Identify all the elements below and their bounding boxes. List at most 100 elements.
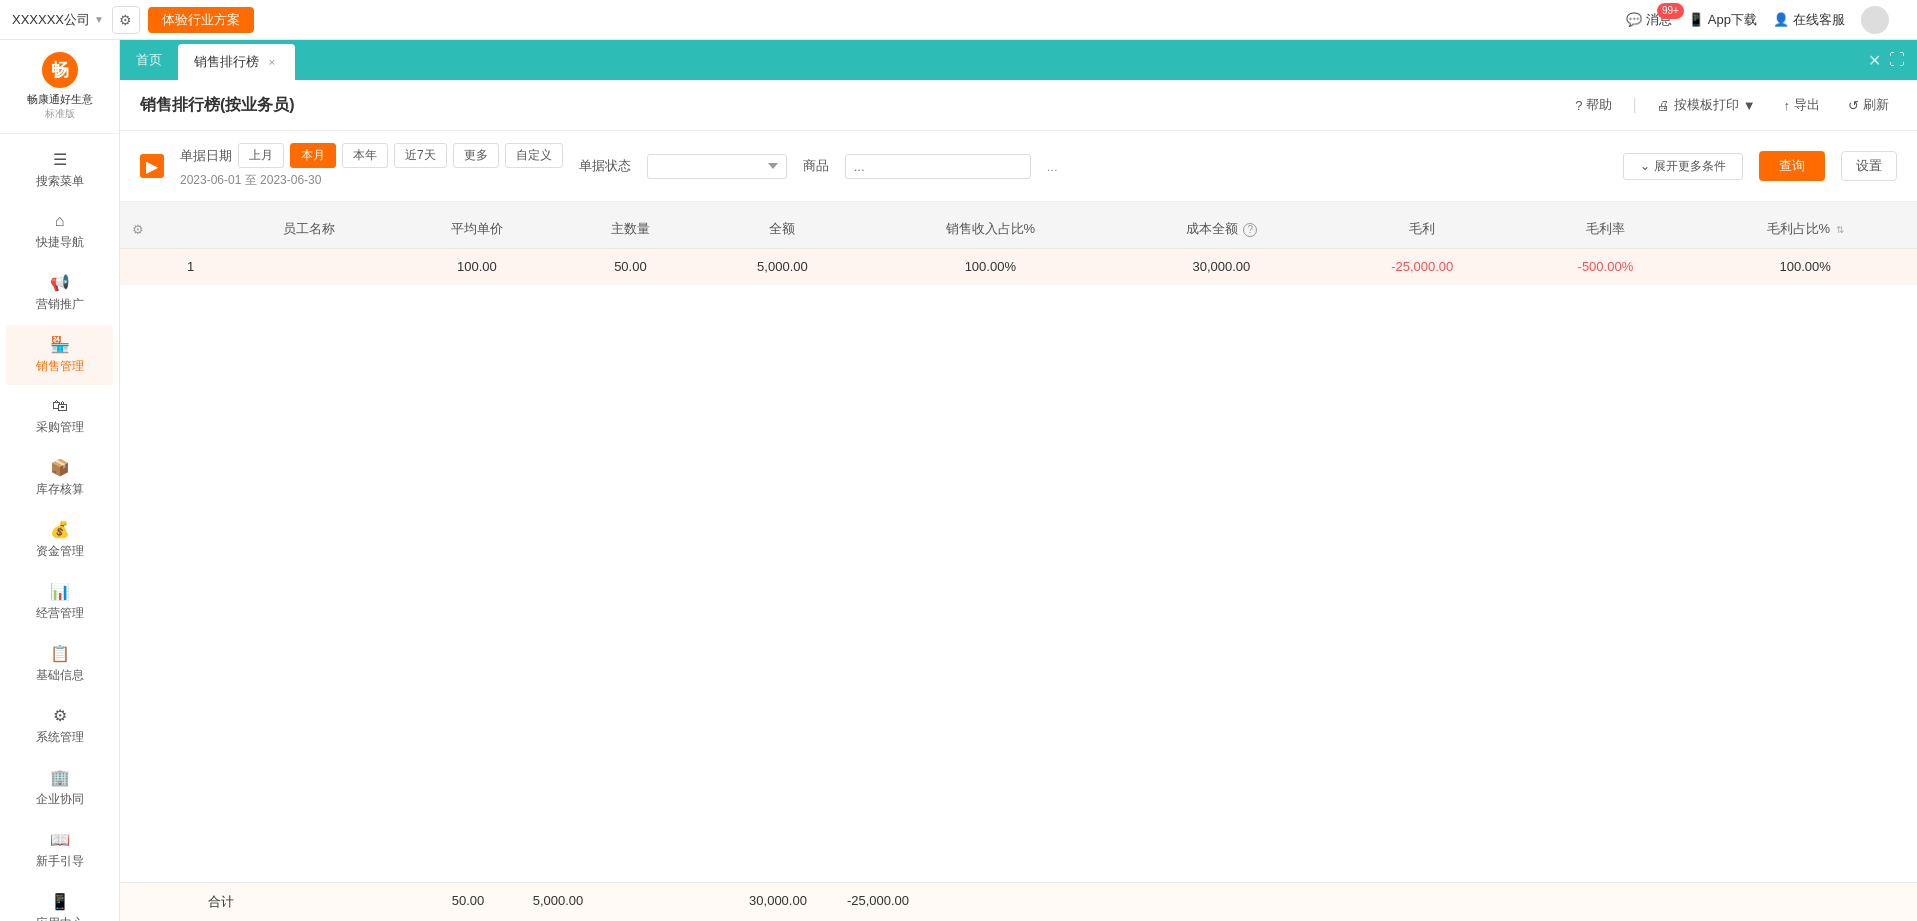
sidebar-label-enterprise: 企业协同 xyxy=(36,791,84,808)
sidebar-logo: 畅 畅康通好生意 标准版 xyxy=(0,40,119,134)
last-month-btn[interactable]: 上月 xyxy=(238,143,284,168)
app-download-button[interactable]: 📱 App下载 xyxy=(1688,11,1757,29)
print-label: 按模板打印 xyxy=(1674,96,1739,114)
sidebar-item-search[interactable]: ☰ 搜索菜单 xyxy=(6,140,113,200)
th-avg-price: 平均单价 xyxy=(393,210,561,249)
gear-icon[interactable]: ⚙ xyxy=(112,6,140,34)
ranking-table: ⚙ 员工名称 平均单价 主数量 全额 销售收入占比% 成本全额 ? 毛利 xyxy=(120,210,1917,285)
status-select[interactable] xyxy=(647,154,787,179)
this-year-btn[interactable]: 本年 xyxy=(342,143,388,168)
sidebar-item-operation[interactable]: 📊 经营管理 xyxy=(6,572,113,632)
sidebar-item-finance[interactable]: 💰 资金管理 xyxy=(6,510,113,570)
page-actions: ? 帮助 | 🖨 按模板打印 ▼ ↑ 导出 ↺ 刷新 xyxy=(1567,92,1897,118)
date-label: 单据日期 xyxy=(180,147,232,165)
purchase-icon: 🛍 xyxy=(52,397,68,415)
top-bar: XXXXXX公司 ▼ ⚙ 体验行业方案 💬 消息 99+ 📱 App下载 👤 在… xyxy=(0,0,1917,40)
tab-bar: 首页 销售排行榜 × ✕ ⛶ xyxy=(120,40,1917,80)
date-range-display: 2023-06-01 至 2023-06-30 xyxy=(180,172,563,189)
sidebar-item-marketing[interactable]: 📢 营销推广 xyxy=(6,263,113,323)
sidebar-item-enterprise[interactable]: 🏢 企业协同 xyxy=(6,758,113,818)
cost-info-icon[interactable]: ? xyxy=(1243,223,1257,237)
home-icon: ⌂ xyxy=(55,212,65,230)
td-profit-rate: -500.00% xyxy=(1517,249,1693,285)
app-label: App下载 xyxy=(1708,11,1757,29)
logo-line2: 标准版 xyxy=(27,107,93,121)
company-name: XXXXXX公司 xyxy=(12,11,90,29)
print-icon: 🖨 xyxy=(1657,98,1670,113)
th-profit: 毛利 xyxy=(1327,210,1517,249)
date-filter-group: 单据日期 上月 本月 本年 近7天 更多 自定义 2023-06-01 至 20… xyxy=(180,143,563,189)
basic-icon: 📋 xyxy=(50,644,70,663)
th-settings[interactable]: ⚙ xyxy=(120,210,156,249)
help-icon: ? xyxy=(1575,98,1582,113)
help-button[interactable]: ? 帮助 xyxy=(1567,92,1620,118)
message-badge: 99+ xyxy=(1657,3,1684,19)
page-header: 销售排行榜(按业务员) ? 帮助 | 🖨 按模板打印 ▼ ↑ 导出 xyxy=(120,80,1917,131)
message-button[interactable]: 💬 消息 99+ xyxy=(1626,11,1672,29)
table-container: ⚙ 员工名称 平均单价 主数量 全额 销售收入占比% 成本全额 ? 毛利 xyxy=(120,210,1917,882)
sort-icon[interactable]: ⇅ xyxy=(1836,224,1844,235)
sidebar-label-apps: 应用中心 xyxy=(36,915,84,921)
content-area: 销售排行榜(按业务员) ? 帮助 | 🖨 按模板打印 ▼ ↑ 导出 xyxy=(120,80,1917,921)
refresh-button[interactable]: ↺ 刷新 xyxy=(1840,92,1897,118)
goods-more-icon[interactable]: ... xyxy=(1047,159,1058,174)
online-service-button[interactable]: 👤 在线客服 xyxy=(1773,11,1845,29)
sidebar-label-finance: 资金管理 xyxy=(36,543,84,560)
table-row: 1 100.00 50.00 5,000.00 100.00% 30,000.0… xyxy=(120,249,1917,285)
logo-text: 畅康通好生意 标准版 xyxy=(27,92,93,121)
th-amount: 全额 xyxy=(700,210,865,249)
logo-char: 畅 xyxy=(51,58,69,82)
search-icon: ☰ xyxy=(53,150,67,169)
filter-arrow-icon[interactable]: ▶ xyxy=(140,154,164,178)
this-month-btn[interactable]: 本月 xyxy=(290,143,336,168)
custom-date-btn[interactable]: 自定义 xyxy=(505,143,563,168)
sidebar-label-operation: 经营管理 xyxy=(36,605,84,622)
help-label: 帮助 xyxy=(1586,96,1612,114)
sidebar-item-apps[interactable]: 📱 应用中心 xyxy=(6,882,113,921)
refresh-label: 刷新 xyxy=(1863,96,1889,114)
td-name xyxy=(225,249,393,285)
query-button[interactable]: 查询 xyxy=(1759,151,1825,181)
tab-close-window-icon[interactable]: ✕ xyxy=(1868,51,1881,70)
goods-input[interactable] xyxy=(845,154,1031,179)
tab-bar-right: ✕ ⛶ xyxy=(1868,40,1917,80)
top-bar-right: 💬 消息 99+ 📱 App下载 👤 在线客服 xyxy=(1626,6,1905,34)
expand-btn[interactable]: ⌄ 展开更多条件 xyxy=(1623,153,1743,180)
divider1: | xyxy=(1632,96,1636,114)
sidebar-label-sales: 销售管理 xyxy=(36,358,84,375)
th-rank xyxy=(156,210,225,249)
refresh-icon: ↺ xyxy=(1848,98,1859,113)
sidebar-label-marketing: 营销推广 xyxy=(36,296,84,313)
print-chevron-icon: ▼ xyxy=(1743,98,1756,113)
footer-cost: 30,000.00 xyxy=(728,893,828,911)
more-date-btn[interactable]: 更多 xyxy=(453,143,499,168)
sidebar-item-system[interactable]: ⚙ 系统管理 xyxy=(6,696,113,756)
logo-icon: 畅 xyxy=(42,52,78,88)
sidebar-nav: ☰ 搜索菜单 ⌂ 快捷导航 📢 营销推广 🏪 销售管理 🛍 采购管理 📦 库 xyxy=(0,134,119,921)
th-qty: 主数量 xyxy=(561,210,700,249)
service-label: 在线客服 xyxy=(1793,11,1845,29)
last7-btn[interactable]: 近7天 xyxy=(394,143,447,168)
sidebar-item-purchase[interactable]: 🛍 采购管理 xyxy=(6,387,113,446)
sidebar-item-inventory[interactable]: 📦 库存核算 xyxy=(6,448,113,508)
sidebar-item-guide[interactable]: 📖 新手引导 xyxy=(6,820,113,880)
print-button[interactable]: 🖨 按模板打印 ▼ xyxy=(1649,92,1764,118)
tab-close-icon[interactable]: × xyxy=(265,55,279,69)
td-sales-pct: 100.00% xyxy=(865,249,1116,285)
sidebar-item-quick-nav[interactable]: ⌂ 快捷导航 xyxy=(6,202,113,261)
td-qty: 50.00 xyxy=(561,249,700,285)
settings-button[interactable]: 设置 xyxy=(1841,151,1897,181)
trial-button[interactable]: 体验行业方案 xyxy=(148,7,254,33)
tab-sales-ranking[interactable]: 销售排行榜 × xyxy=(178,44,295,80)
tab-maximize-icon[interactable]: ⛶ xyxy=(1889,51,1905,69)
export-button[interactable]: ↑ 导出 xyxy=(1776,92,1829,118)
avatar[interactable] xyxy=(1861,6,1889,34)
footer-profit: -25,000.00 xyxy=(828,893,928,911)
sidebar-item-basic[interactable]: 📋 基础信息 xyxy=(6,634,113,694)
tab-home[interactable]: 首页 xyxy=(120,40,178,80)
expand-icon: ⌄ xyxy=(1640,159,1650,173)
company-selector[interactable]: XXXXXX公司 ▼ xyxy=(12,11,104,29)
marketing-icon: 📢 xyxy=(50,273,70,292)
sidebar-label-basic: 基础信息 xyxy=(36,667,84,684)
sidebar-item-sales[interactable]: 🏪 销售管理 xyxy=(6,325,113,385)
